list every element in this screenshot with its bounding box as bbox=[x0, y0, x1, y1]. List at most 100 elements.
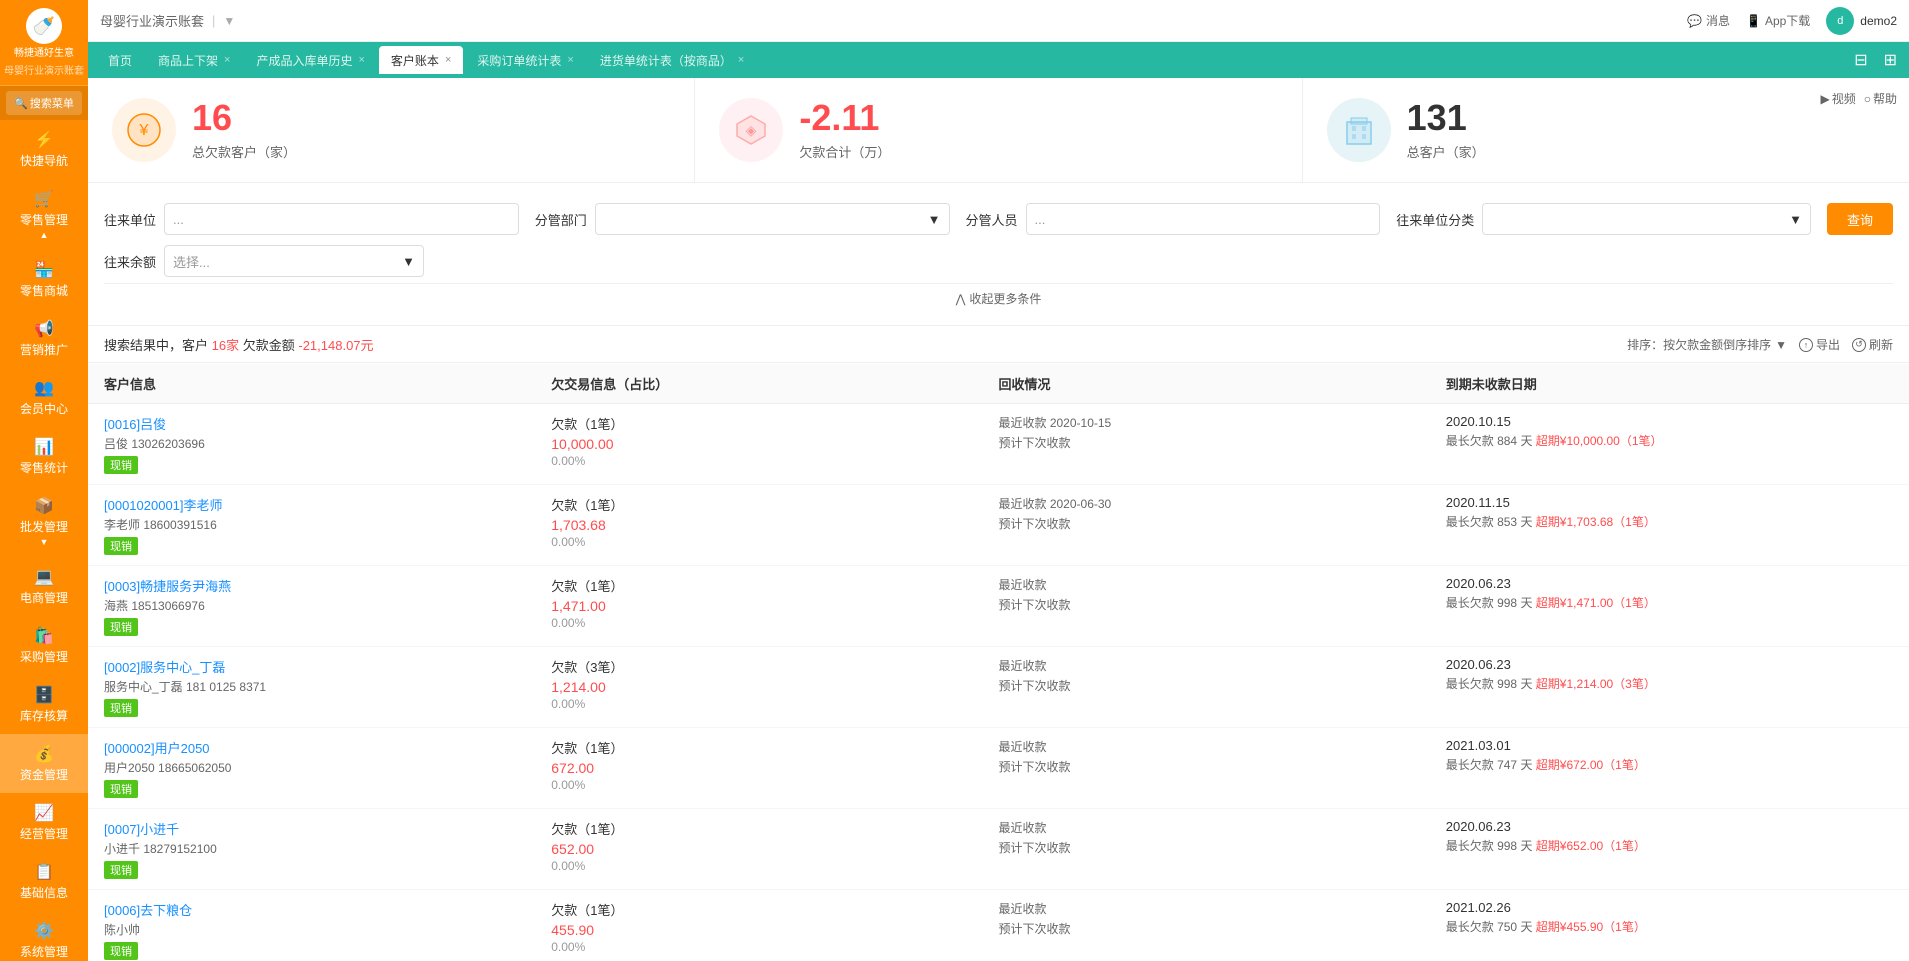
sidebar-item-pifaguan[interactable]: 📦 批发管理 ▼ bbox=[0, 486, 88, 557]
sidebar-item-jichu[interactable]: 📋 基础信息 bbox=[0, 852, 88, 911]
debt-amount-5: 652.00 bbox=[551, 841, 998, 857]
sidebar-item-caigou[interactable]: 🛍️ 采购管理 bbox=[0, 616, 88, 675]
due-date-0: 2020.10.15 bbox=[1446, 414, 1893, 429]
sidebar-item-huiyuan[interactable]: 👥 会员中心 bbox=[0, 368, 88, 427]
stat-card-debt-total: ◈ -2.11 欠款合计（万） bbox=[695, 78, 1302, 182]
tab-close-production-history[interactable]: × bbox=[358, 54, 364, 66]
filter-area: 往来单位 ... 分管部门 ▼ 分管人员 bbox=[88, 191, 1909, 326]
sidebar-item-dianshang[interactable]: 💻 电商管理 bbox=[0, 557, 88, 616]
customer-name-4[interactable]: [000002]用户2050 bbox=[104, 738, 551, 757]
overdue-link-0[interactable]: 超期¥10,000.00（1笔） bbox=[1536, 434, 1663, 448]
customer-contact-6: 陈小帅 bbox=[104, 921, 551, 938]
filter-select-balance[interactable]: 选择... ▼ bbox=[164, 245, 424, 277]
collection-date-3: 最近收款 bbox=[999, 657, 1446, 674]
content-area: ¥ 16 总欠款客户（家） ◈ bbox=[88, 78, 1909, 961]
sidebar-item-xitong[interactable]: ⚙️ 系统管理 bbox=[0, 911, 88, 961]
filter-select-dept[interactable]: ▼ bbox=[595, 203, 950, 235]
debt-info-0: 欠款（1笔） 10,000.00 0.00% bbox=[551, 414, 998, 468]
tab-product-status[interactable]: 商品上下架 × bbox=[146, 46, 242, 74]
sidebar-item-lingshangcheng[interactable]: 🏪 零售商城 bbox=[0, 250, 88, 309]
customer-name-3[interactable]: [0002]服务中心_丁磊 bbox=[104, 657, 551, 676]
overdue-info-1: 最长欠款 853 天 超期¥1,703.68（1笔） bbox=[1446, 513, 1893, 530]
customer-name-1[interactable]: [0001020001]李老师 bbox=[104, 495, 551, 514]
customer-info-0: [0016]吕俊 吕俊 13026203696 现销 bbox=[104, 414, 551, 474]
search-menu-button[interactable]: 🔍 搜索菜单 bbox=[6, 91, 82, 115]
export-button[interactable]: ↑ 导出 bbox=[1799, 336, 1840, 353]
help-link[interactable]: ○ 帮助 bbox=[1864, 90, 1897, 107]
tab-maximize-button[interactable]: ⊞ bbox=[1880, 48, 1901, 72]
collection-info-6: 最近收款 预计下次收款 bbox=[999, 900, 1446, 937]
overdue-link-4[interactable]: 超期¥672.00（1笔） bbox=[1536, 758, 1646, 772]
customer-name-5[interactable]: [0007]小进千 bbox=[104, 819, 551, 838]
overdue-info-5: 最长欠款 998 天 超期¥652.00（1笔） bbox=[1446, 837, 1893, 854]
tab-close-inventory-stats[interactable]: × bbox=[738, 54, 744, 66]
customer-info-5: [0007]小进千 小进千 18279152100 现销 bbox=[104, 819, 551, 879]
refresh-button[interactable]: ↺ 刷新 bbox=[1852, 336, 1893, 353]
overdue-info-3: 最长欠款 998 天 超期¥1,214.00（3笔） bbox=[1446, 675, 1893, 692]
sidebar-item-kuaijie[interactable]: ⚡ 快捷导航 bbox=[0, 120, 88, 179]
tab-home[interactable]: 首页 bbox=[96, 46, 144, 74]
sidebar-item-zijin[interactable]: 💰 资金管理 bbox=[0, 734, 88, 793]
overdue-link-2[interactable]: 超期¥1,471.00（1笔） bbox=[1536, 596, 1656, 610]
tab-production-history[interactable]: 产成品入库单历史 × bbox=[244, 46, 376, 74]
stat-info-total-customers: 131 总客户（家） bbox=[1407, 100, 1485, 161]
customer-info-4: [000002]用户2050 用户2050 18665062050 现销 bbox=[104, 738, 551, 798]
overdue-link-6[interactable]: 超期¥455.90（1笔） bbox=[1536, 920, 1646, 934]
topbar-subtitle: ▼ bbox=[223, 14, 235, 28]
customer-tag-1: 现销 bbox=[104, 537, 138, 555]
sidebar-item-kucun[interactable]: 🗄️ 库存核算 bbox=[0, 675, 88, 734]
filter-input-person[interactable]: ... bbox=[1026, 203, 1381, 235]
sidebar-item-lingshouguan[interactable]: 🛒 零售管理 ▲ bbox=[0, 179, 88, 250]
filter-input-unit[interactable]: ... bbox=[164, 203, 519, 235]
due-date-6: 2021.02.26 bbox=[1446, 900, 1893, 915]
overdue-link-3[interactable]: 超期¥1,214.00（3笔） bbox=[1536, 677, 1656, 691]
query-button[interactable]: 查询 bbox=[1827, 203, 1893, 235]
app-download-button[interactable]: 📱 App下载 bbox=[1746, 12, 1810, 29]
sidebar-subtitle: 母婴行业演示账套 bbox=[4, 62, 84, 77]
collection-next-0: 预计下次收款 bbox=[999, 434, 1446, 451]
overdue-link-1[interactable]: 超期¥1,703.68（1笔） bbox=[1536, 515, 1656, 529]
overdue-info-4: 最长欠款 747 天 超期¥672.00（1笔） bbox=[1446, 756, 1893, 773]
tabbar-right: ⊟ ⊞ bbox=[1850, 48, 1901, 72]
overdue-link-5[interactable]: 超期¥652.00（1笔） bbox=[1536, 839, 1646, 853]
tab-close-product-status[interactable]: × bbox=[224, 54, 230, 66]
tab-purchase-order[interactable]: 采购订单统计表 × bbox=[465, 46, 585, 74]
filter-item-person: 分管人员 ... bbox=[966, 203, 1381, 235]
tab-minimize-button[interactable]: ⊟ bbox=[1850, 48, 1871, 72]
sidebar-item-yingxiao[interactable]: 📢 营销推广 bbox=[0, 309, 88, 368]
customer-name-6[interactable]: [0006]去下粮仓 bbox=[104, 900, 551, 919]
stat-number-debt-total: -2.11 bbox=[799, 100, 890, 136]
customer-contact-4: 用户2050 18665062050 bbox=[104, 759, 551, 776]
filter-label-unit: 往来单位 bbox=[104, 210, 156, 229]
sort-dropdown[interactable]: 排序：按欠款金额倒序排序 ▼ bbox=[1627, 336, 1787, 353]
debt-amount-3: 1,214.00 bbox=[551, 679, 998, 695]
chevron-down-icon: ▲ bbox=[40, 230, 49, 240]
collection-info-1: 最近收款 2020-06-30 预计下次收款 bbox=[999, 495, 1446, 532]
collection-info-0: 最近收款 2020-10-15 预计下次收款 bbox=[999, 414, 1446, 451]
debt-ratio-3: 0.00% bbox=[551, 697, 998, 711]
nav-icon-pifaguan: 📦 bbox=[34, 496, 54, 516]
customer-contact-0: 吕俊 13026203696 bbox=[104, 435, 551, 452]
stat-label-total-customers: 总客户（家） bbox=[1407, 142, 1485, 161]
filter-label-person: 分管人员 bbox=[966, 210, 1018, 229]
video-link[interactable]: ▶ 视频 bbox=[1820, 90, 1855, 107]
search-icon: 🔍 bbox=[14, 97, 28, 110]
tab-close-purchase-order[interactable]: × bbox=[567, 54, 573, 66]
filter-select-category[interactable]: ▼ bbox=[1482, 203, 1811, 235]
message-button[interactable]: 💬 消息 bbox=[1687, 12, 1730, 29]
filter-item-unit: 往来单位 ... bbox=[104, 203, 519, 235]
customer-name-0[interactable]: [0016]吕俊 bbox=[104, 414, 551, 433]
sidebar-item-jingying[interactable]: 📈 经营管理 bbox=[0, 793, 88, 852]
tab-close-customer-account[interactable]: × bbox=[445, 54, 451, 66]
user-menu[interactable]: d demo2 bbox=[1826, 7, 1897, 35]
table-row: [0007]小进千 小进千 18279152100 现销 欠款（1笔） 652.… bbox=[88, 809, 1909, 890]
sidebar-search-area: 🔍 搜索菜单 bbox=[0, 86, 88, 120]
customer-name-2[interactable]: [0003]畅捷服务尹海燕 bbox=[104, 576, 551, 595]
debt-count-2: 欠款（1笔） bbox=[551, 576, 998, 595]
app-icon: 📱 bbox=[1746, 14, 1761, 28]
sidebar-item-lingshoutongji[interactable]: 📊 零售统计 bbox=[0, 427, 88, 486]
tab-inventory-stats[interactable]: 进货单统计表（按商品） × bbox=[588, 46, 756, 74]
tab-customer-account[interactable]: 客户账本 × bbox=[379, 46, 463, 74]
collapse-button[interactable]: ⋀ 收起更多条件 bbox=[104, 283, 1893, 313]
table-row: [0001020001]李老师 李老师 18600391516 现销 欠款（1笔… bbox=[88, 485, 1909, 566]
